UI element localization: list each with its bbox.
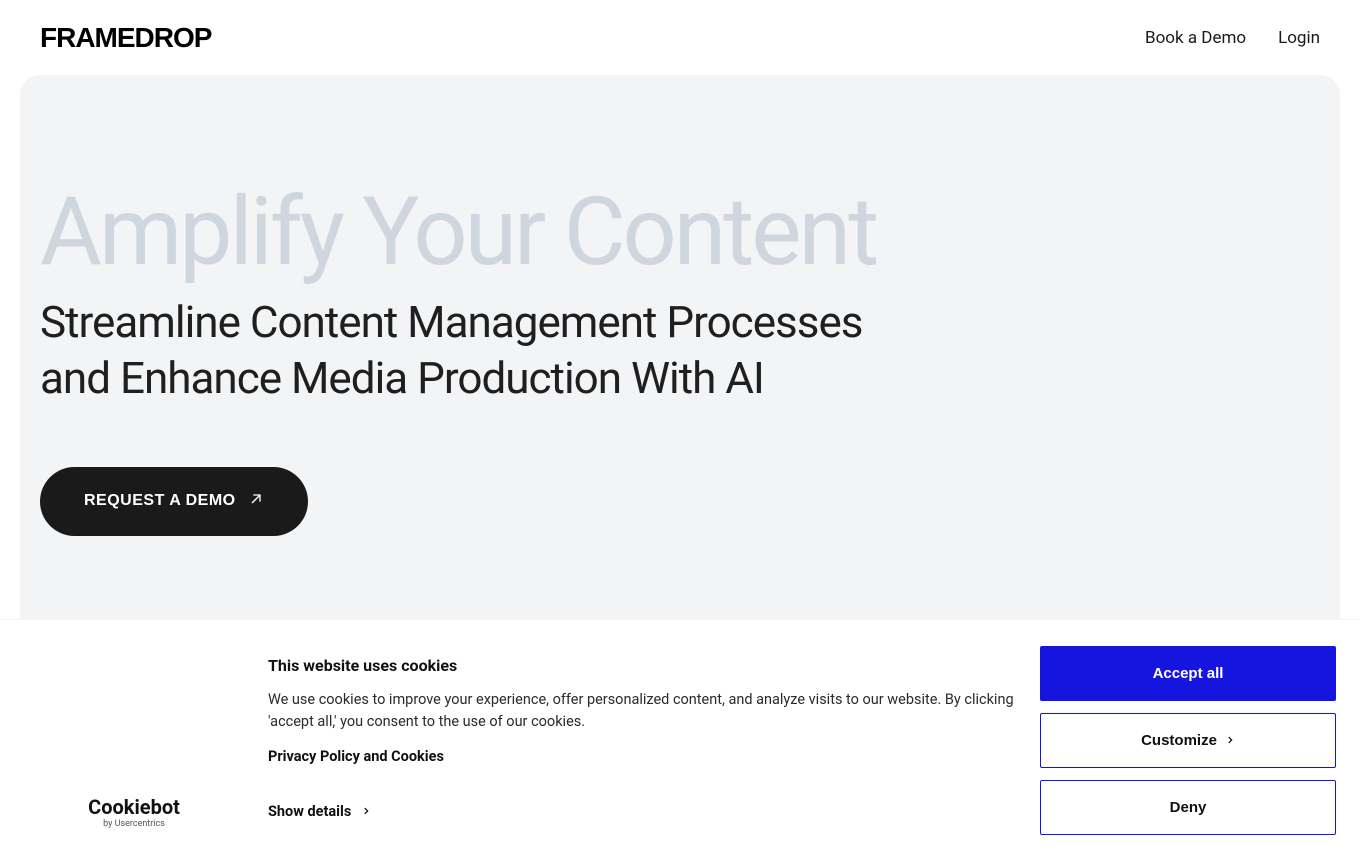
show-details-toggle[interactable]: Show details: [268, 803, 1016, 820]
request-demo-button[interactable]: REQUEST A DEMO: [40, 467, 308, 536]
book-demo-link[interactable]: Book a Demo: [1145, 28, 1246, 48]
cookiebot-logo: Cookiebot by Usercentrics: [88, 795, 180, 829]
chevron-right-icon: [1225, 732, 1235, 749]
cookie-actions: Accept all Customize Deny: [1040, 644, 1336, 835]
accept-all-label: Accept all: [1153, 665, 1224, 682]
hero-subtitle-line1: Streamline Content Management Processes: [40, 294, 1320, 350]
cookie-consent-banner: Cookiebot by Usercentrics This website u…: [0, 619, 1360, 859]
chevron-right-icon: [361, 803, 371, 820]
login-link[interactable]: Login: [1278, 28, 1320, 48]
hero-title: Amplify Your Content: [40, 185, 1320, 280]
privacy-policy-link[interactable]: Privacy Policy and Cookies: [268, 748, 1016, 765]
hero-subtitle: Streamline Content Management Processes …: [40, 294, 1320, 407]
cookie-description: We use cookies to improve your experienc…: [268, 689, 1016, 734]
customize-label: Customize: [1141, 732, 1217, 749]
cookie-content: This website uses cookies We use cookies…: [268, 644, 1016, 835]
show-details-label: Show details: [268, 803, 351, 820]
cookiebot-tagline: by Usercentrics: [88, 819, 180, 829]
hero-subtitle-line2: and Enhance Media Production With AI: [40, 350, 1320, 406]
primary-nav: Book a Demo Login: [1145, 28, 1320, 48]
cookiebot-logo-text: Cookiebot: [88, 795, 180, 819]
customize-button[interactable]: Customize: [1040, 713, 1336, 768]
arrow-up-right-icon: [248, 491, 264, 512]
brand-logo[interactable]: FRAMEDROP: [40, 22, 211, 54]
request-demo-label: REQUEST A DEMO: [84, 492, 236, 510]
cookiebot-brand[interactable]: Cookiebot by Usercentrics: [24, 644, 244, 835]
deny-button[interactable]: Deny: [1040, 780, 1336, 835]
cookie-title: This website uses cookies: [268, 656, 1016, 675]
deny-label: Deny: [1170, 799, 1207, 816]
accept-all-button[interactable]: Accept all: [1040, 646, 1336, 701]
site-header: FRAMEDROP Book a Demo Login: [0, 0, 1360, 75]
